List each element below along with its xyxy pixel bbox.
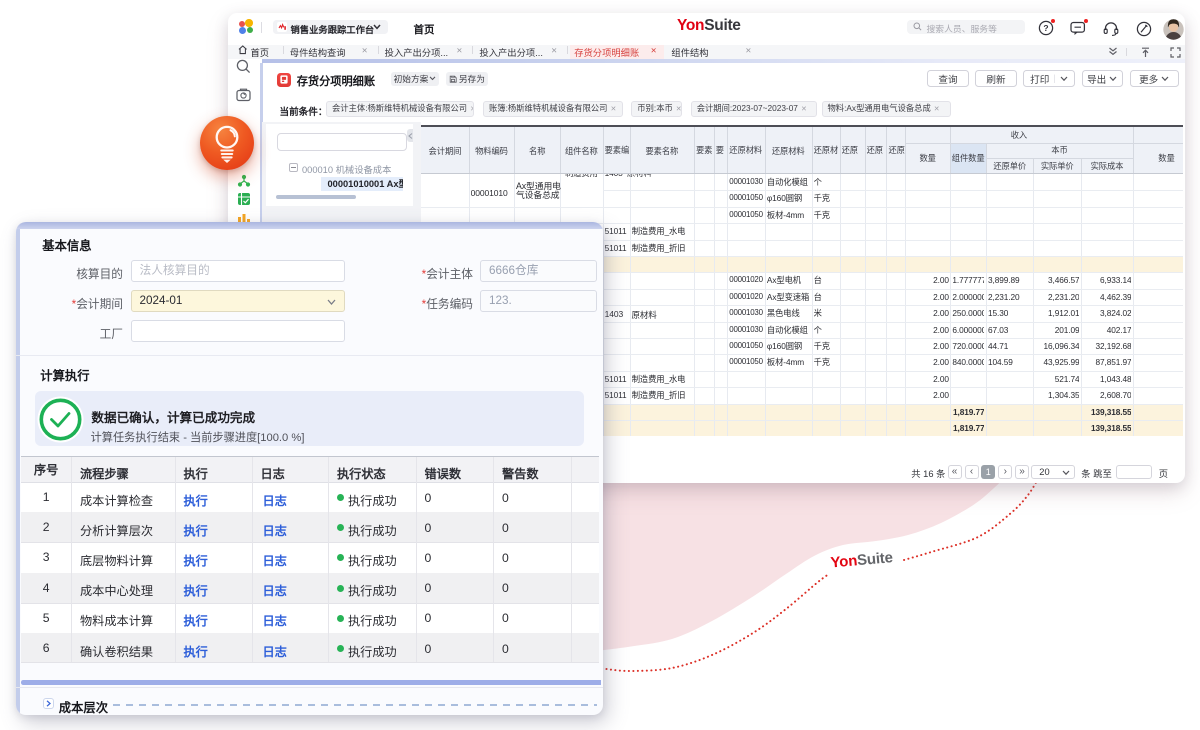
svg-text:?: ? — [1043, 23, 1048, 33]
svg-text:YonSuite: YonSuite — [830, 549, 894, 571]
